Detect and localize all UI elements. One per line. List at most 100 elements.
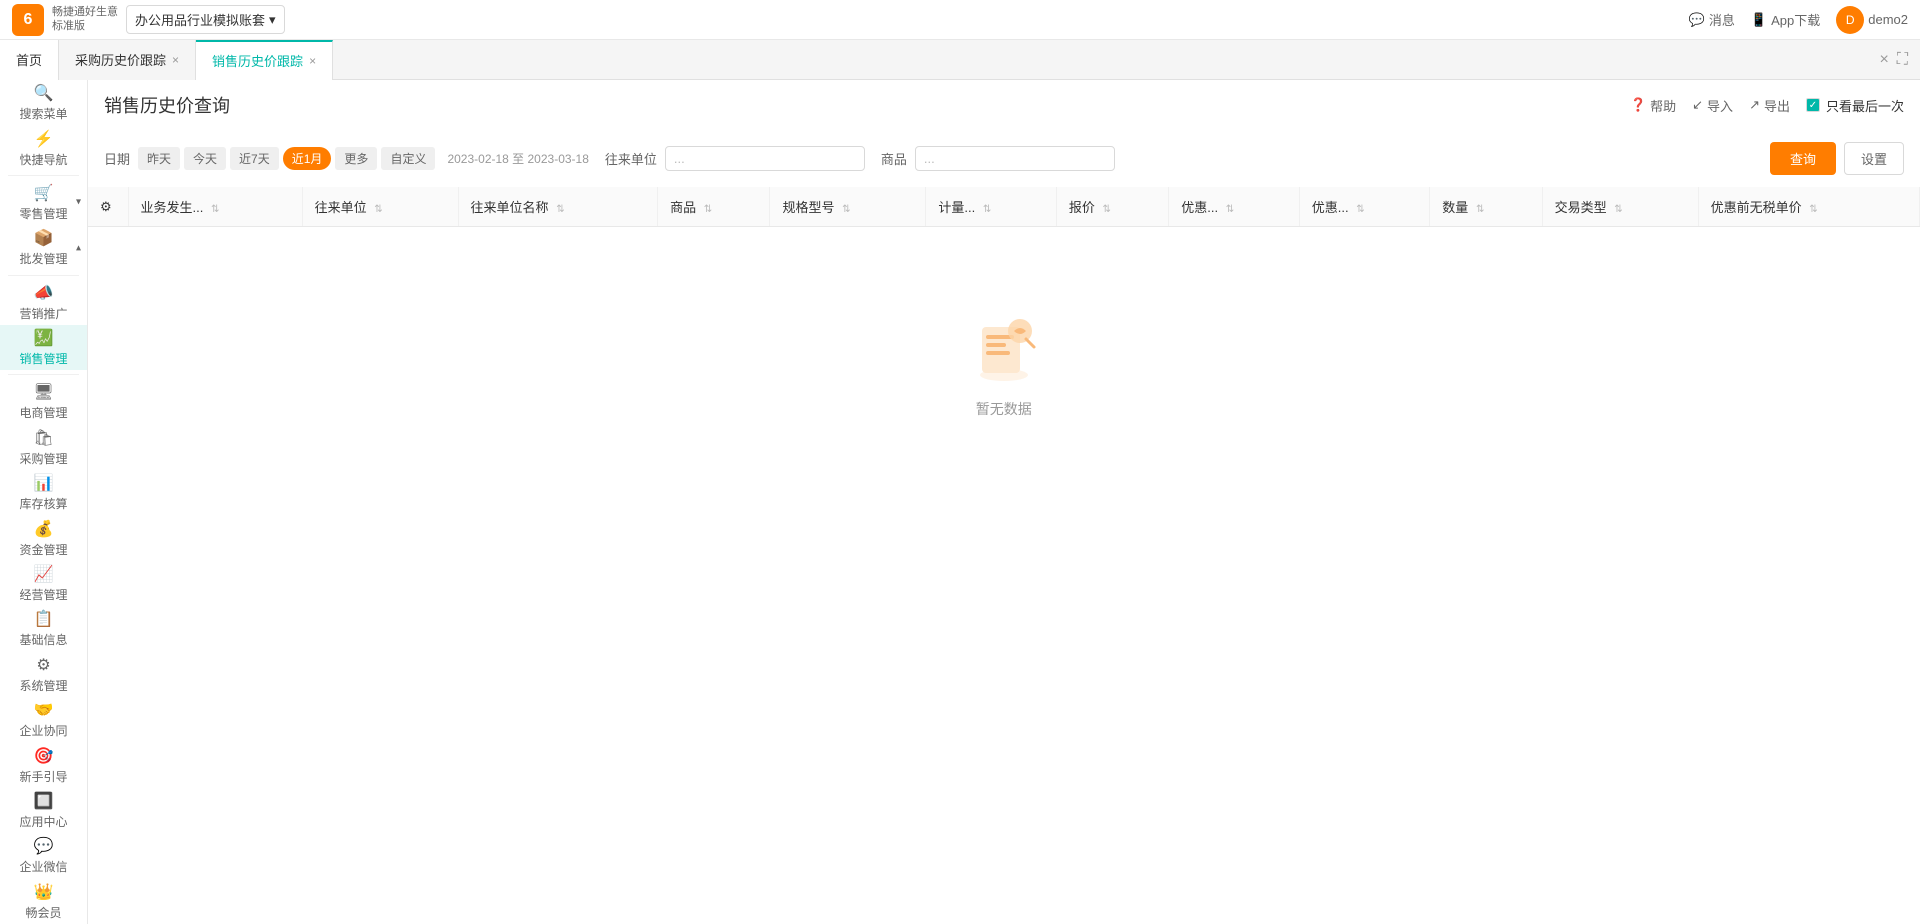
import-btn[interactable]: ↙ 导入 [1692,96,1733,115]
chevron-up-icon: ▴ [76,242,81,253]
sort-icon: ⇅ [1614,204,1622,215]
date-btn-more[interactable]: 更多 [335,147,377,170]
shortcuts-icon: ⚡ [34,129,54,149]
page-header: 销售历史价查询 ❓ 帮助 ↙ 导入 ↗ 导出 [88,80,1920,130]
sort-icon: ⇅ [1476,204,1484,215]
filter-row: 日期 昨天 今天 近7天 近1月 更多 自定义 2023-02-18 至 202… [104,142,1904,175]
purchase-icon: 🛍 [33,428,53,448]
finance-icon: 💰 [34,519,54,539]
download-icon: 📱 [1751,12,1767,28]
newuser-icon: 🎯 [34,746,54,766]
date-btn-custom[interactable]: 自定义 [381,147,435,170]
export-btn[interactable]: ↗ 导出 [1749,96,1790,115]
col-goods[interactable]: 商品 ⇅ [658,187,770,227]
empty-icon [964,307,1044,387]
col-discount2[interactable]: 优惠... ⇅ [1299,187,1430,227]
sidebar-item-ecommerce[interactable]: 🖥 电商管理 [0,379,87,424]
sidebar-item-enterprise[interactable]: 🤝 企业协同 [0,697,87,742]
close-all-tabs-btn[interactable]: × [1879,51,1888,69]
col-partner-name[interactable]: 往来单位名称 ⇅ [458,187,658,227]
col-discount1[interactable]: 优惠... ⇅ [1169,187,1300,227]
close-sales-history-tab[interactable]: × [309,54,316,68]
sidebar-item-finance[interactable]: 💰 资金管理 [0,515,87,560]
member-icon: 👑 [34,882,54,902]
user-menu[interactable]: D demo2 [1836,6,1908,34]
sidebar-item-retail[interactable]: 🛒 零售管理 ▾ [0,180,87,225]
sidebar-item-system[interactable]: ⚙ 系统管理 [0,652,87,697]
sidebar-item-member[interactable]: 👑 畅会员 [0,879,87,924]
account-selector[interactable]: 办公用品行业模拟账套 ▾ [126,5,285,34]
col-spec[interactable]: 规格型号 ⇅ [770,187,926,227]
sidebar-item-basic[interactable]: 📋 基础信息 [0,606,87,651]
app-title: 畅捷通好生意 标准版 [52,6,118,32]
avatar: D [1836,6,1864,34]
topbar-right: 💬 消息 📱 App下载 D demo2 [1689,6,1908,34]
date-options: 昨天 今天 近7天 近1月 更多 自定义 [138,147,435,170]
import-icon: ↙ [1692,97,1703,113]
gear-icon: ⚙ [100,199,112,214]
system-icon: ⚙ [36,655,50,675]
col-qty[interactable]: 数量 ⇅ [1430,187,1542,227]
goods-input[interactable]: ... [915,146,1115,171]
table-header-row: ⚙ 业务发生... ⇅ 往来单位 ⇅ 往来单位名称 ⇅ [88,187,1920,227]
sort-icon: ⇅ [842,204,850,215]
col-pretax-price[interactable]: 优惠前无税单价 ⇅ [1698,187,1919,227]
tab-purchase-history[interactable]: 采购历史价跟踪 × [59,40,196,80]
last-one-checkbox[interactable] [1806,98,1820,112]
sidebar-item-marketing[interactable]: 📣 营销推广 [0,279,87,324]
partner-input[interactable]: ... [665,146,865,171]
empty-text: 暂无数据 [976,399,1032,419]
sidebar-divider-2 [8,275,79,276]
data-table: ⚙ 业务发生... ⇅ 往来单位 ⇅ 往来单位名称 ⇅ [88,187,1920,499]
sidebar-item-appstore[interactable]: 🔲 应用中心 [0,788,87,833]
sort-icon: ⇅ [556,204,564,215]
col-gear[interactable]: ⚙ [88,187,128,227]
sort-icon: ⇅ [704,204,712,215]
query-button[interactable]: 查询 [1770,142,1836,175]
fullscreen-btn[interactable]: ⛶ [1897,51,1908,69]
sort-icon: ⇅ [1103,204,1111,215]
tabbar: 首页 采购历史价跟踪 × 销售历史价跟踪 × × ⛶ [0,40,1920,80]
wechat-icon: 💬 [34,836,54,856]
close-purchase-history-tab[interactable]: × [172,53,179,67]
col-trade-type[interactable]: 交易类型 ⇅ [1542,187,1698,227]
sidebar-divider-1 [8,175,79,176]
date-btn-today[interactable]: 今天 [184,147,226,170]
goods-filter: 商品 ... [881,146,1115,171]
logo-icon: 6 [12,4,44,36]
goods-input-placeholder: ... [924,151,935,166]
sidebar-item-purchase[interactable]: 🛍 采购管理 [0,425,87,470]
col-partner-code[interactable]: 往来单位 ⇅ [302,187,458,227]
col-quote[interactable]: 报价 ⇅ [1056,187,1168,227]
ecommerce-icon: 🖥 [33,382,53,402]
message-btn[interactable]: 💬 消息 [1689,10,1735,29]
table-header: ⚙ 业务发生... ⇅ 往来单位 ⇅ 往来单位名称 ⇅ [88,187,1920,227]
marketing-icon: 📣 [34,283,54,303]
sidebar-item-wechat[interactable]: 💬 企业微信 [0,833,87,878]
sidebar-item-shortcuts[interactable]: ⚡ 快捷导航 [0,125,87,170]
page-title: 销售历史价查询 [104,92,230,118]
export-icon: ↗ [1749,97,1760,113]
last-one-checkbox-label[interactable]: 只看最后一次 [1806,96,1904,115]
col-unit[interactable]: 计量... ⇅ [926,187,1057,227]
chevron-down-icon: ▾ [269,12,276,28]
app-download-btn[interactable]: 📱 App下载 [1751,10,1820,29]
col-biz-date[interactable]: 业务发生... ⇅ [128,187,302,227]
date-btn-last1month[interactable]: 近1月 [283,147,332,170]
tab-sales-history[interactable]: 销售历史价跟踪 × [196,40,333,80]
sidebar-item-operation[interactable]: 📈 经营管理 [0,561,87,606]
tab-home[interactable]: 首页 [0,40,59,80]
date-btn-last7days[interactable]: 近7天 [230,147,279,170]
operation-icon: 📈 [34,564,54,584]
help-btn[interactable]: ❓ 帮助 [1630,96,1676,115]
setting-button[interactable]: 设置 [1844,142,1904,175]
table-container: ⚙ 业务发生... ⇅ 往来单位 ⇅ 往来单位名称 ⇅ [88,187,1920,924]
sidebar-item-search[interactable]: 🔍 搜索菜单 [0,80,87,125]
sidebar-item-wholesale[interactable]: 📦 批发管理 ▴ [0,225,87,270]
sidebar-item-inventory[interactable]: 📊 库存核算 [0,470,87,515]
sidebar-item-newuser[interactable]: 🎯 新手引导 [0,742,87,787]
sidebar-item-sales-mgmt[interactable]: 💹 销售管理 [0,325,87,370]
date-btn-yesterday[interactable]: 昨天 [138,147,180,170]
chevron-down-icon: ▾ [76,197,81,208]
partner-filter-label: 往来单位 [605,149,657,168]
